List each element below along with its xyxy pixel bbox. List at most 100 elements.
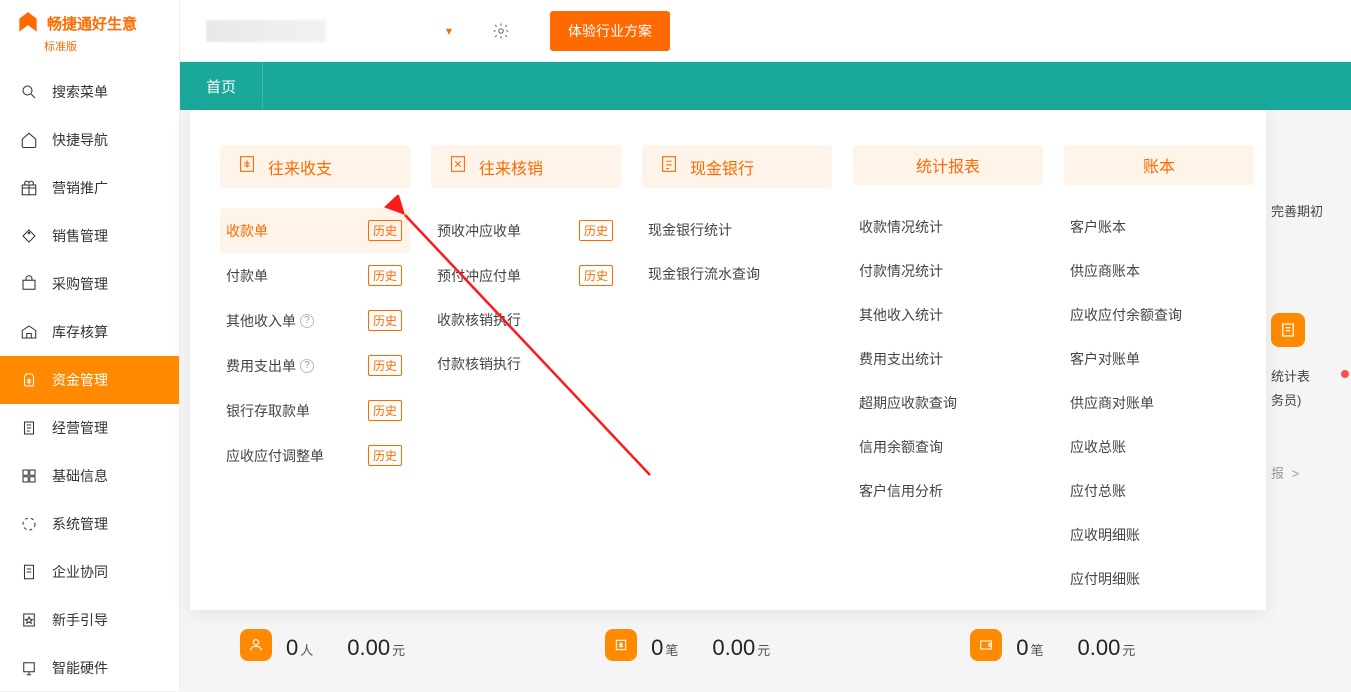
menu-item[interactable]: 应收总账	[1064, 425, 1254, 469]
menu-item[interactable]: 现金银行流水查询	[642, 252, 832, 296]
stat-count: 0	[286, 635, 298, 661]
company-selector[interactable]: ▾	[200, 14, 472, 48]
sidebar-item-search[interactable]: 搜索菜单	[0, 68, 179, 116]
nav-list: 搜索菜单 快捷导航 营销推广 销售管理 采购管理 库存核算 资金管理 经营管理	[0, 62, 179, 692]
menu-item[interactable]: 客户账本	[1064, 205, 1254, 249]
menu-item-label: 费用支出单?	[226, 356, 314, 376]
menu-item[interactable]: 应收应付调整单历史	[220, 433, 410, 478]
stat-icon	[240, 629, 272, 661]
tab-bar: 首页	[180, 62, 1351, 110]
sidebar-item-operations[interactable]: 经营管理	[0, 404, 179, 452]
gift-icon	[20, 179, 38, 197]
menu-item-label: 付款单	[226, 266, 268, 286]
experience-button[interactable]: 体验行业方案	[550, 11, 670, 51]
chevron-down-icon: ▾	[446, 24, 452, 38]
menu-item[interactable]: 应收应付余额查询	[1064, 293, 1254, 337]
menu-item-label: 付款情况统计	[859, 261, 943, 281]
brand-icon	[15, 10, 41, 36]
menu-item-label: 预付冲应付单	[437, 266, 521, 286]
menu-item-label: 超期应收款查询	[859, 393, 957, 413]
history-tag[interactable]: 历史	[368, 220, 402, 241]
stat-icon	[605, 629, 637, 661]
warehouse-icon	[20, 323, 38, 341]
sidebar-item-funds[interactable]: 资金管理	[0, 356, 179, 404]
menu-item[interactable]: 收款情况统计	[853, 205, 1043, 249]
menu-item[interactable]: 客户信用分析	[853, 469, 1043, 513]
company-name-redacted	[206, 20, 326, 42]
sidebar-item-label: 采购管理	[52, 274, 108, 294]
stat-count: 0	[651, 635, 663, 661]
menu-item[interactable]: 其他收入单?历史	[220, 298, 410, 343]
settings-button[interactable]	[490, 20, 512, 42]
column-title: 账本	[1143, 153, 1175, 177]
sidebar: 畅捷通好生意 标准版 搜索菜单 快捷导航 营销推广 销售管理 采购管理 库存核算	[0, 0, 180, 691]
tab-home[interactable]: 首页	[180, 62, 263, 111]
menu-item-label: 信用余额查询	[859, 437, 943, 457]
help-icon[interactable]: ?	[300, 359, 314, 373]
menu-item[interactable]: 供应商账本	[1064, 249, 1254, 293]
history-tag[interactable]: 历史	[368, 310, 402, 331]
brand-title: 畅捷通好生意	[47, 13, 137, 34]
mega-column-header: 统计报表	[853, 145, 1043, 185]
unit: 笔	[1030, 640, 1043, 659]
unit: 元	[757, 640, 770, 659]
grid-icon	[20, 467, 38, 485]
device-icon	[20, 659, 38, 677]
sidebar-item-enterprise[interactable]: 企业协同	[0, 548, 179, 596]
sidebar-item-marketing[interactable]: 营销推广	[0, 164, 179, 212]
menu-item[interactable]: 应收明细账	[1064, 513, 1254, 557]
help-icon[interactable]: ?	[300, 314, 314, 328]
history-tag[interactable]: 历史	[579, 265, 613, 286]
doc-icon	[20, 563, 38, 581]
menu-item[interactable]: 其他收入统计	[853, 293, 1043, 337]
peek-icon[interactable]	[1271, 313, 1305, 347]
history-tag[interactable]: 历史	[579, 220, 613, 241]
menu-item[interactable]: 信用余额查询	[853, 425, 1043, 469]
menu-item[interactable]: 银行存取款单历史	[220, 388, 410, 433]
menu-item[interactable]: 收款核销执行	[431, 298, 621, 342]
menu-item[interactable]: 超期应收款查询	[853, 381, 1043, 425]
sidebar-item-system[interactable]: 系统管理	[0, 500, 179, 548]
menu-item[interactable]: 现金银行统计	[642, 208, 832, 252]
sidebar-item-label: 企业协同	[52, 562, 108, 582]
history-tag[interactable]: 历史	[368, 355, 402, 376]
menu-item-label: 付款核销执行	[437, 354, 521, 374]
mega-column-header: 现金银行	[642, 145, 832, 188]
menu-item[interactable]: 收款单历史	[220, 208, 410, 253]
menu-item-label: 其他收入统计	[859, 305, 943, 325]
sidebar-item-basic[interactable]: 基础信息	[0, 452, 179, 500]
sidebar-item-sales[interactable]: 销售管理	[0, 212, 179, 260]
stat-amount: 0.00	[1077, 635, 1120, 661]
history-tag[interactable]: 历史	[368, 400, 402, 421]
menu-item[interactable]: 付款单 历史	[220, 253, 410, 298]
sidebar-item-purchase[interactable]: 采购管理	[0, 260, 179, 308]
sidebar-item-label: 搜索菜单	[52, 82, 108, 102]
menu-item-label: 预收冲应收单	[437, 221, 521, 241]
mega-column-header: 往来收支	[220, 145, 410, 188]
menu-item[interactable]: 付款情况统计	[853, 249, 1043, 293]
menu-item[interactable]: 预收冲应收单 历史	[431, 208, 621, 253]
column-title: 往来收支	[268, 155, 332, 179]
sidebar-item-inventory[interactable]: 库存核算	[0, 308, 179, 356]
menu-item[interactable]: 费用支出单? 历史	[220, 343, 410, 388]
sidebar-item-quicknav[interactable]: 快捷导航	[0, 116, 179, 164]
menu-item[interactable]: 费用支出统计	[853, 337, 1043, 381]
menu-item[interactable]: 应付明细账	[1064, 557, 1254, 601]
search-icon	[20, 83, 38, 101]
mega-column: 往来核销预收冲应收单历史预付冲应付单历史收款核销执行付款核销执行	[431, 145, 642, 601]
menu-item[interactable]: 客户对账单	[1064, 337, 1254, 381]
sidebar-item-guide[interactable]: 新手引导	[0, 596, 179, 644]
sidebar-item-label: 经营管理	[52, 418, 108, 438]
sidebar-item-hardware[interactable]: 智能硬件	[0, 644, 179, 692]
menu-item[interactable]: 付款核销执行	[431, 342, 621, 386]
history-tag[interactable]: 历史	[368, 265, 402, 286]
sidebar-item-label: 系统管理	[52, 514, 108, 534]
history-tag[interactable]: 历史	[368, 445, 402, 466]
menu-item-label: 应付明细账	[1070, 569, 1140, 589]
menu-item[interactable]: 供应商对账单	[1064, 381, 1254, 425]
menu-item-label: 费用支出统计	[859, 349, 943, 369]
menu-item[interactable]: 预付冲应付单 历史	[431, 253, 621, 298]
peek-link[interactable]: 报	[1271, 462, 1351, 485]
menu-item-label: 客户对账单	[1070, 349, 1140, 369]
menu-item[interactable]: 应付总账	[1064, 469, 1254, 513]
